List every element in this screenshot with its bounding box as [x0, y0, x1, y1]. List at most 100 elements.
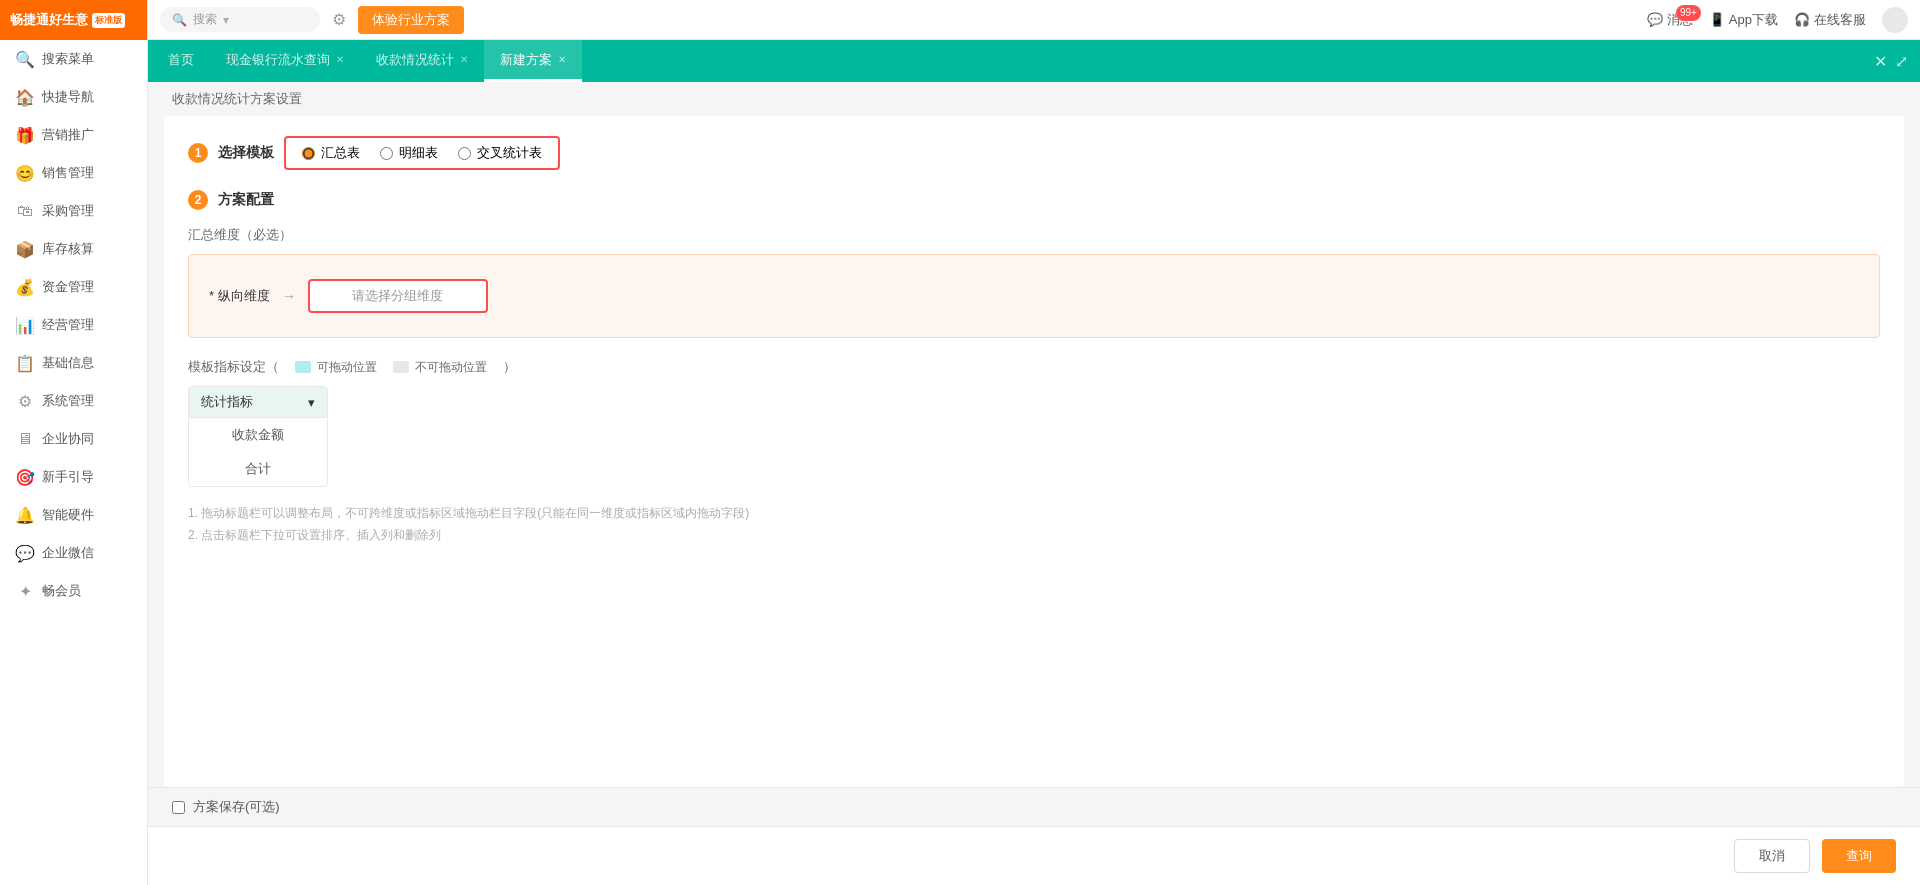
- logo-text: 畅捷通好生意: [10, 11, 88, 29]
- save-plan-checkbox[interactable]: [172, 801, 185, 814]
- query-button[interactable]: 查询: [1822, 839, 1896, 873]
- tab-bank-flow-label: 现金银行流水查询: [226, 51, 330, 69]
- dropdown-icon[interactable]: ▾: [308, 395, 315, 410]
- search-icon: 🔍: [16, 50, 34, 68]
- radio-summary-input[interactable]: [302, 147, 315, 160]
- legend-draggable: 可拖动位置: [295, 359, 377, 376]
- search-text: 搜索: [193, 11, 217, 28]
- tab-new-plan[interactable]: 新建方案 ✕: [484, 40, 582, 82]
- indicator-row-0: 收款金额: [189, 418, 327, 452]
- sidebar-item-basic-info[interactable]: 📋 基础信息: [0, 344, 147, 382]
- tab-new-plan-label: 新建方案: [500, 51, 552, 69]
- app-download-link[interactable]: 📱 App下载: [1709, 11, 1778, 29]
- download-label: App下载: [1729, 11, 1778, 29]
- radio-cross[interactable]: 交叉统计表: [458, 144, 542, 162]
- sidebar-item-label: 营销推广: [42, 126, 94, 144]
- gift-icon: 🎁: [16, 126, 34, 144]
- sidebar-item-label: 销售管理: [42, 164, 94, 182]
- sidebar-item-search-menu[interactable]: 🔍 搜索菜单: [0, 40, 147, 78]
- sidebar-item-label: 经营管理: [42, 316, 94, 334]
- sidebar-item-marketing[interactable]: 🎁 营销推广: [0, 116, 147, 154]
- close-window-icon[interactable]: ✕: [1874, 52, 1887, 71]
- radio-summary-label: 汇总表: [321, 144, 360, 162]
- sidebar-item-label: 企业协同: [42, 430, 94, 448]
- dimension-config-label: 汇总维度（必选）: [188, 226, 1880, 244]
- purchase-icon: 🛍: [16, 202, 34, 220]
- sidebar-item-operations[interactable]: 📊 经营管理: [0, 306, 147, 344]
- tab-home-label: 首页: [168, 51, 194, 69]
- form-card: 1 选择模板 汇总表 明细表 交叉统计表: [164, 116, 1904, 787]
- sidebar-item-sales[interactable]: 😊 销售管理: [0, 154, 147, 192]
- sidebar-item-wechat[interactable]: 💬 企业微信: [0, 534, 147, 572]
- step2-title: 方案配置: [218, 191, 274, 209]
- close-icon[interactable]: ✕: [460, 54, 468, 65]
- download-icon: 📱: [1709, 12, 1725, 27]
- sidebar-item-system[interactable]: ⚙ 系统管理: [0, 382, 147, 420]
- sidebar-item-inventory[interactable]: 📦 库存核算: [0, 230, 147, 268]
- page-content: 收款情况统计方案设置 1 选择模板 汇总表 明细表: [148, 82, 1920, 826]
- tab-bank-flow[interactable]: 现金银行流水查询 ✕: [210, 40, 360, 82]
- step1-title: 选择模板: [218, 144, 274, 162]
- close-icon[interactable]: ✕: [336, 54, 344, 65]
- service-link[interactable]: 🎧 在线客服: [1794, 11, 1866, 29]
- tabbar: 首页 现金银行流水查询 ✕ 收款情况统计 ✕ 新建方案 ✕ ✕ ⤢: [148, 40, 1920, 82]
- sidebar-logo: 畅捷通好生意 标准版: [0, 0, 147, 40]
- sidebar-item-label: 畅会员: [42, 582, 81, 600]
- sidebar-item-smart-hw[interactable]: 🔔 智能硬件: [0, 496, 147, 534]
- bottom-action-bar: 取消 查询: [148, 826, 1920, 885]
- notification-badge: 99+: [1676, 5, 1701, 21]
- step2-header: 2 方案配置: [188, 190, 1880, 210]
- legend-fixed-label: 不可拖动位置: [415, 359, 487, 376]
- radio-cross-input[interactable]: [458, 147, 471, 160]
- enterprise-icon: 🖥: [16, 430, 34, 448]
- dimension-select-button[interactable]: 请选择分组维度: [308, 279, 488, 313]
- indicator-table-header-label: 统计指标: [201, 393, 253, 411]
- sidebar-item-guide[interactable]: 🎯 新手引导: [0, 458, 147, 496]
- gear-icon[interactable]: ⚙: [332, 10, 346, 29]
- sidebar-item-capital[interactable]: 💰 资金管理: [0, 268, 147, 306]
- radio-detail[interactable]: 明细表: [380, 144, 438, 162]
- system-icon: ⚙: [16, 392, 34, 410]
- inventory-icon: 📦: [16, 240, 34, 258]
- sidebar-item-label: 企业微信: [42, 544, 94, 562]
- tab-actions: ✕ ⤢: [1866, 40, 1916, 82]
- sidebar-item-label: 快捷导航: [42, 88, 94, 106]
- indicator-label: 模板指标设定（: [188, 358, 279, 376]
- wechat-icon: 💬: [16, 544, 34, 562]
- sidebar-item-purchase[interactable]: 🛍 采购管理: [0, 192, 147, 230]
- tips-section: 1. 拖动标题栏可以调整布局，不可跨维度或指标区域拖动栏目字段(只能在同一维度或…: [188, 503, 1880, 546]
- tip-item-1: 2. 点击标题栏下拉可设置排序、插入列和删除列: [188, 525, 1880, 547]
- sidebar-item-label: 基础信息: [42, 354, 94, 372]
- sidebar-item-label: 搜索菜单: [42, 50, 94, 68]
- cancel-button[interactable]: 取消: [1734, 839, 1810, 873]
- notification-link[interactable]: 💬 消息 99+: [1647, 11, 1693, 29]
- template-options: 汇总表 明细表 交叉统计表: [284, 136, 560, 170]
- sidebar-item-label: 采购管理: [42, 202, 94, 220]
- sidebar-item-label: 库存核算: [42, 240, 94, 258]
- expand-icon[interactable]: ⤢: [1895, 52, 1908, 71]
- sidebar-item-member[interactable]: ✦ 畅会员: [0, 572, 147, 610]
- tab-home[interactable]: 首页: [152, 40, 210, 82]
- avatar[interactable]: [1882, 7, 1908, 33]
- sidebar-item-label: 资金管理: [42, 278, 94, 296]
- basic-info-icon: 📋: [16, 354, 34, 372]
- home-icon: 🏠: [16, 88, 34, 106]
- step1-section: 1 选择模板 汇总表 明细表 交叉统计表: [188, 136, 1880, 170]
- vertical-dim-label: * 纵向维度: [209, 287, 270, 305]
- indicator-table-header: 统计指标 ▾: [189, 387, 327, 418]
- save-plan-label[interactable]: 方案保存(可选): [193, 798, 280, 816]
- capital-icon: 💰: [16, 278, 34, 296]
- label-end: ）: [503, 358, 516, 376]
- close-icon[interactable]: ✕: [558, 54, 566, 65]
- sidebar-item-enterprise[interactable]: 🖥 企业协同: [0, 420, 147, 458]
- indicator-label-row: 模板指标设定（ 可拖动位置 不可拖动位置 ）: [188, 358, 1880, 376]
- radio-detail-input[interactable]: [380, 147, 393, 160]
- sidebar: 畅捷通好生意 标准版 🔍 搜索菜单 🏠 快捷导航 🎁 营销推广 😊 销售管理 🛍…: [0, 0, 148, 885]
- sidebar-item-quick-nav[interactable]: 🏠 快捷导航: [0, 78, 147, 116]
- radio-summary[interactable]: 汇总表: [302, 144, 360, 162]
- trial-button[interactable]: 体验行业方案: [358, 6, 464, 34]
- indicator-settings: 模板指标设定（ 可拖动位置 不可拖动位置 ） 统计指标: [188, 358, 1880, 487]
- tab-collection-stat[interactable]: 收款情况统计 ✕: [360, 40, 484, 82]
- step1-header: 1 选择模板 汇总表 明细表 交叉统计表: [188, 136, 1880, 170]
- search-bar[interactable]: 🔍 搜索 ▾: [160, 7, 320, 32]
